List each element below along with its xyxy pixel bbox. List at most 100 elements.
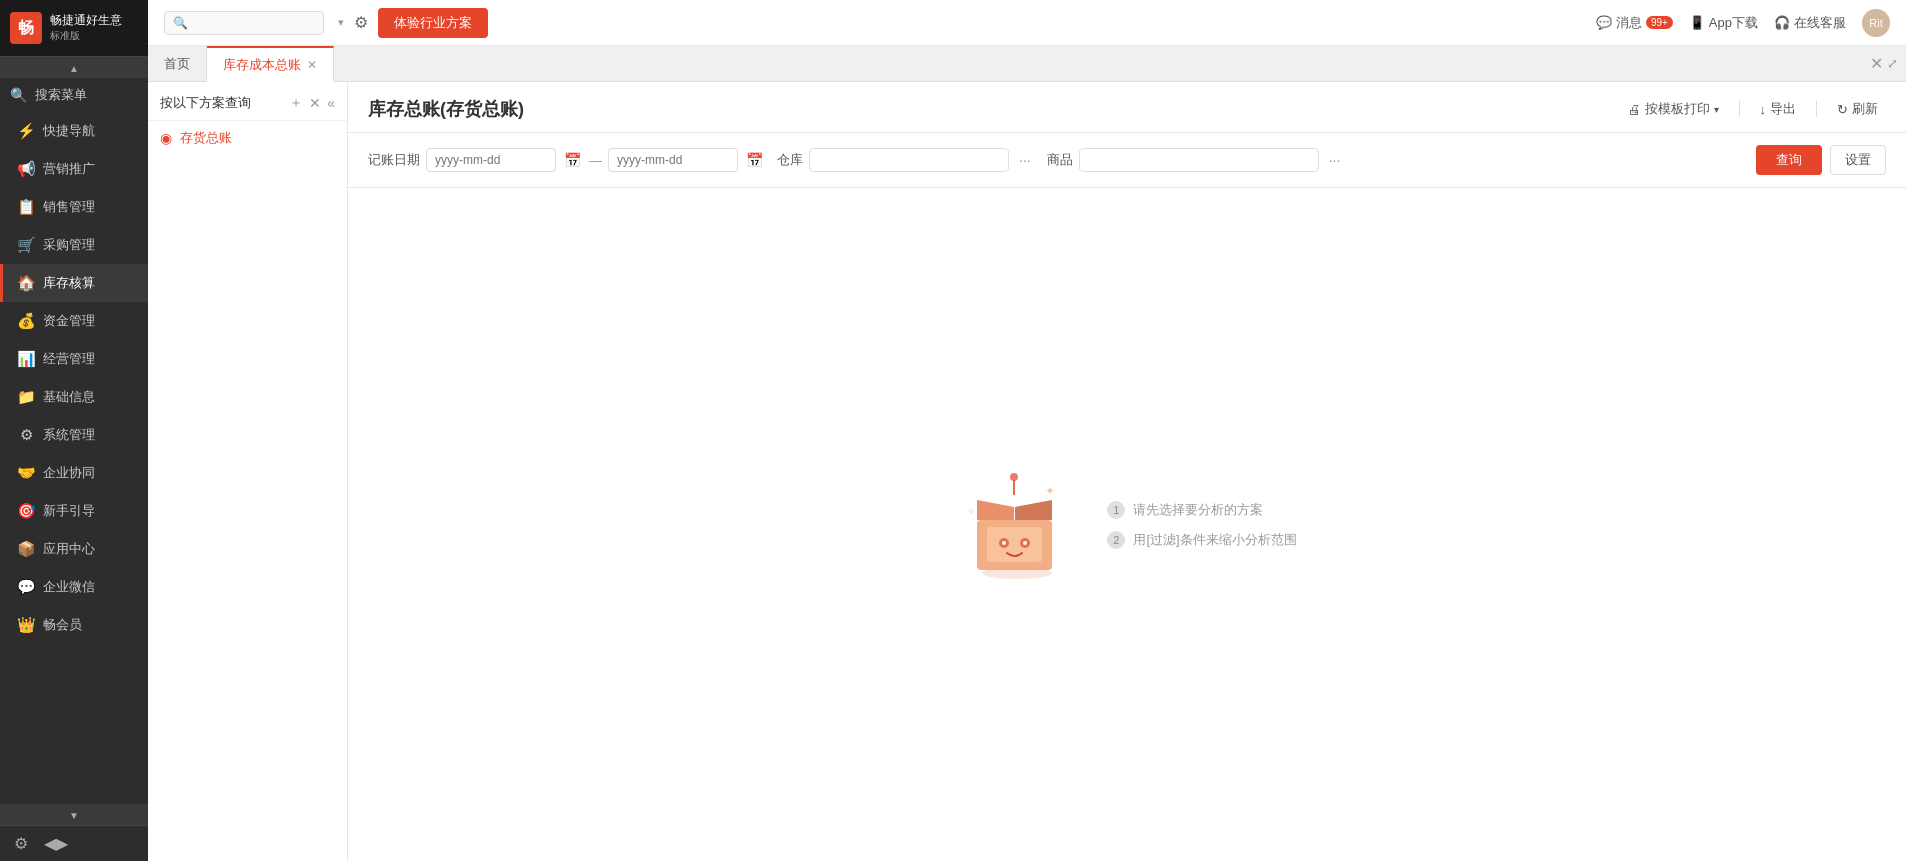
- topbar-search-icon: 🔍: [173, 16, 188, 30]
- date-start-input[interactable]: [426, 148, 556, 172]
- sidebar-item-purchase[interactable]: 🛒 采购管理: [0, 226, 148, 264]
- header-divider-2: [1816, 101, 1817, 117]
- sidebar-item-basic[interactable]: 📁 基础信息: [0, 378, 148, 416]
- tab-panel-expand-btn[interactable]: ⤢: [1887, 56, 1898, 71]
- search-action-area: 查询 设置: [1756, 145, 1886, 175]
- headset-icon: 🎧: [1774, 15, 1790, 30]
- tab-bar: 首页 库存成本总账 ✕ ✕ ⤢: [148, 46, 1906, 82]
- page-title: 库存总账(存货总账): [368, 97, 524, 121]
- sidebar-item-label: 快捷导航: [43, 122, 95, 140]
- app-name: 畅捷通好生意: [50, 13, 122, 29]
- sidebar-item-sales[interactable]: 📋 销售管理: [0, 188, 148, 226]
- tab-panel-close-btn[interactable]: ✕: [1870, 54, 1883, 73]
- filter-sidebar: 按以下方案查询 ＋ ✕ « ◉ 存货总账: [148, 82, 348, 861]
- sidebar-item-label: 销售管理: [43, 198, 95, 216]
- sidebar-item-marketing[interactable]: 📢 营销推广: [0, 150, 148, 188]
- date-separator: —: [589, 153, 602, 168]
- sidebar-item-wechat[interactable]: 💬 企业微信: [0, 568, 148, 606]
- empty-tip-1: 1 请先选择要分析的方案: [1107, 501, 1296, 519]
- empty-tip-2: 2 用[过滤]条件来缩小分析范围: [1107, 531, 1296, 549]
- print-btn[interactable]: 🖨 按模板打印 ▾: [1620, 96, 1727, 122]
- print-btn-label: 按模板打印: [1645, 100, 1710, 118]
- date-field: 记账日期 📅 — 📅: [368, 148, 765, 172]
- date-end-calendar-icon[interactable]: 📅: [744, 150, 765, 170]
- tab-inventory-cost-label: 库存成本总账: [223, 56, 301, 74]
- user-avatar[interactable]: Rit: [1862, 9, 1890, 37]
- export-icon: ↓: [1760, 102, 1767, 117]
- tab-inventory-cost[interactable]: 库存成本总账 ✕: [207, 46, 334, 82]
- sidebar-item-inventory[interactable]: 🏠 库存核算: [0, 264, 148, 302]
- filter-delete-btn[interactable]: ✕: [309, 94, 321, 112]
- refresh-icon: ↻: [1837, 102, 1848, 117]
- product-label: 商品: [1047, 151, 1073, 169]
- sidebar-item-label: 应用中心: [43, 540, 95, 558]
- collapse-icon[interactable]: ◀▶: [44, 834, 68, 853]
- tip-text-2: 用[过滤]条件来缩小分析范围: [1133, 531, 1296, 549]
- topbar-online-support[interactable]: 🎧 在线客服: [1774, 14, 1846, 32]
- export-btn[interactable]: ↓ 导出: [1752, 96, 1805, 122]
- sidebar-item-label: 企业协同: [43, 464, 95, 482]
- trial-button[interactable]: 体验行业方案: [378, 8, 488, 38]
- filter-item-inventory-ledger[interactable]: ◉ 存货总账: [148, 121, 347, 155]
- product-input[interactable]: [1079, 148, 1319, 172]
- app-download-label: App下载: [1709, 14, 1758, 32]
- topbar-dropdown-icon[interactable]: ▾: [338, 16, 344, 29]
- warehouse-more-btn[interactable]: ···: [1015, 148, 1035, 172]
- sidebar-item-operation[interactable]: 📊 经营管理: [0, 340, 148, 378]
- filter-item-label: 存货总账: [180, 129, 232, 147]
- sidebar-item-newbie[interactable]: 🎯 新手引导: [0, 492, 148, 530]
- settings-icon[interactable]: ⚙: [14, 834, 28, 853]
- tip-text-1: 请先选择要分析的方案: [1133, 501, 1263, 519]
- date-end-input[interactable]: [608, 148, 738, 172]
- sidebar-item-label: 资金管理: [43, 312, 95, 330]
- sidebar-item-enterprise[interactable]: 🤝 企业协同: [0, 454, 148, 492]
- user-name: Rit: [1869, 17, 1882, 29]
- sidebar-item-label: 系统管理: [43, 426, 95, 444]
- sidebar-item-label: 畅会员: [43, 616, 82, 634]
- system-icon: ⚙: [17, 426, 35, 444]
- sidebar-scroll-down[interactable]: ▼: [0, 804, 148, 825]
- topbar-search-area[interactable]: 🔍: [164, 11, 324, 35]
- sidebar-item-label: 新手引导: [43, 502, 95, 520]
- topbar: 🔍 ▾ ⚙ 体验行业方案 💬 消息 99+ 📱 App下载 🎧 在线客服 Rit: [148, 0, 1906, 46]
- print-icon: 🖨: [1628, 102, 1641, 117]
- operation-icon: 📊: [17, 350, 35, 368]
- sidebar-item-quick-nav[interactable]: ⚡ 快捷导航: [0, 112, 148, 150]
- warehouse-input[interactable]: [809, 148, 1009, 172]
- tab-home[interactable]: 首页: [148, 46, 207, 82]
- print-dropdown-icon: ▾: [1714, 104, 1719, 115]
- sidebar-item-member[interactable]: 👑 畅会员: [0, 606, 148, 644]
- sidebar-scroll-up[interactable]: ▲: [0, 57, 148, 78]
- sidebar-search-item[interactable]: 🔍 搜索菜单: [0, 78, 148, 112]
- phone-icon: 📱: [1689, 15, 1705, 30]
- empty-illustration: ✦ ✧: [957, 465, 1077, 585]
- topbar-gear-icon[interactable]: ⚙: [354, 13, 368, 32]
- empty-state: ✦ ✧ 1 请先选择要分析的方案 2 用[过滤]条件来缩小分析范围: [348, 188, 1906, 861]
- filter-collapse-btn[interactable]: «: [327, 94, 335, 112]
- svg-point-5: [1002, 541, 1006, 545]
- product-more-btn[interactable]: ···: [1325, 148, 1345, 172]
- topbar-app-download[interactable]: 📱 App下载: [1689, 14, 1758, 32]
- tip-number-1: 1: [1107, 501, 1125, 519]
- refresh-btn-label: 刷新: [1852, 100, 1878, 118]
- query-btn[interactable]: 查询: [1756, 145, 1822, 175]
- warehouse-field: 仓库 ···: [777, 148, 1035, 172]
- newbie-icon: 🎯: [17, 502, 35, 520]
- date-start-calendar-icon[interactable]: 📅: [562, 150, 583, 170]
- sidebar-item-system[interactable]: ⚙ 系统管理: [0, 416, 148, 454]
- topbar-message[interactable]: 💬 消息 99+: [1596, 14, 1673, 32]
- search-settings-btn[interactable]: 设置: [1830, 145, 1886, 175]
- sidebar-item-finance[interactable]: 💰 资金管理: [0, 302, 148, 340]
- tip-number-2: 2: [1107, 531, 1125, 549]
- filter-add-btn[interactable]: ＋: [289, 94, 303, 112]
- refresh-btn[interactable]: ↻ 刷新: [1829, 96, 1886, 122]
- sidebar-item-label: 企业微信: [43, 578, 95, 596]
- svg-text:✧: ✧: [967, 506, 975, 517]
- inventory-ledger-icon: ◉: [160, 130, 172, 146]
- tab-close-icon[interactable]: ✕: [307, 58, 317, 72]
- sidebar-item-appstore[interactable]: 📦 应用中心: [0, 530, 148, 568]
- topbar-right: 💬 消息 99+ 📱 App下载 🎧 在线客服 Rit: [1596, 9, 1890, 37]
- search-bar: 记账日期 📅 — 📅 仓库 ··· 商品 ···: [348, 133, 1906, 188]
- filter-header: 按以下方案查询 ＋ ✕ «: [148, 94, 347, 121]
- sidebar: 畅 畅捷通好生意 标准版 ▲ 🔍 搜索菜单 ⚡ 快捷导航 📢 营销推广 📋 销售…: [0, 0, 148, 861]
